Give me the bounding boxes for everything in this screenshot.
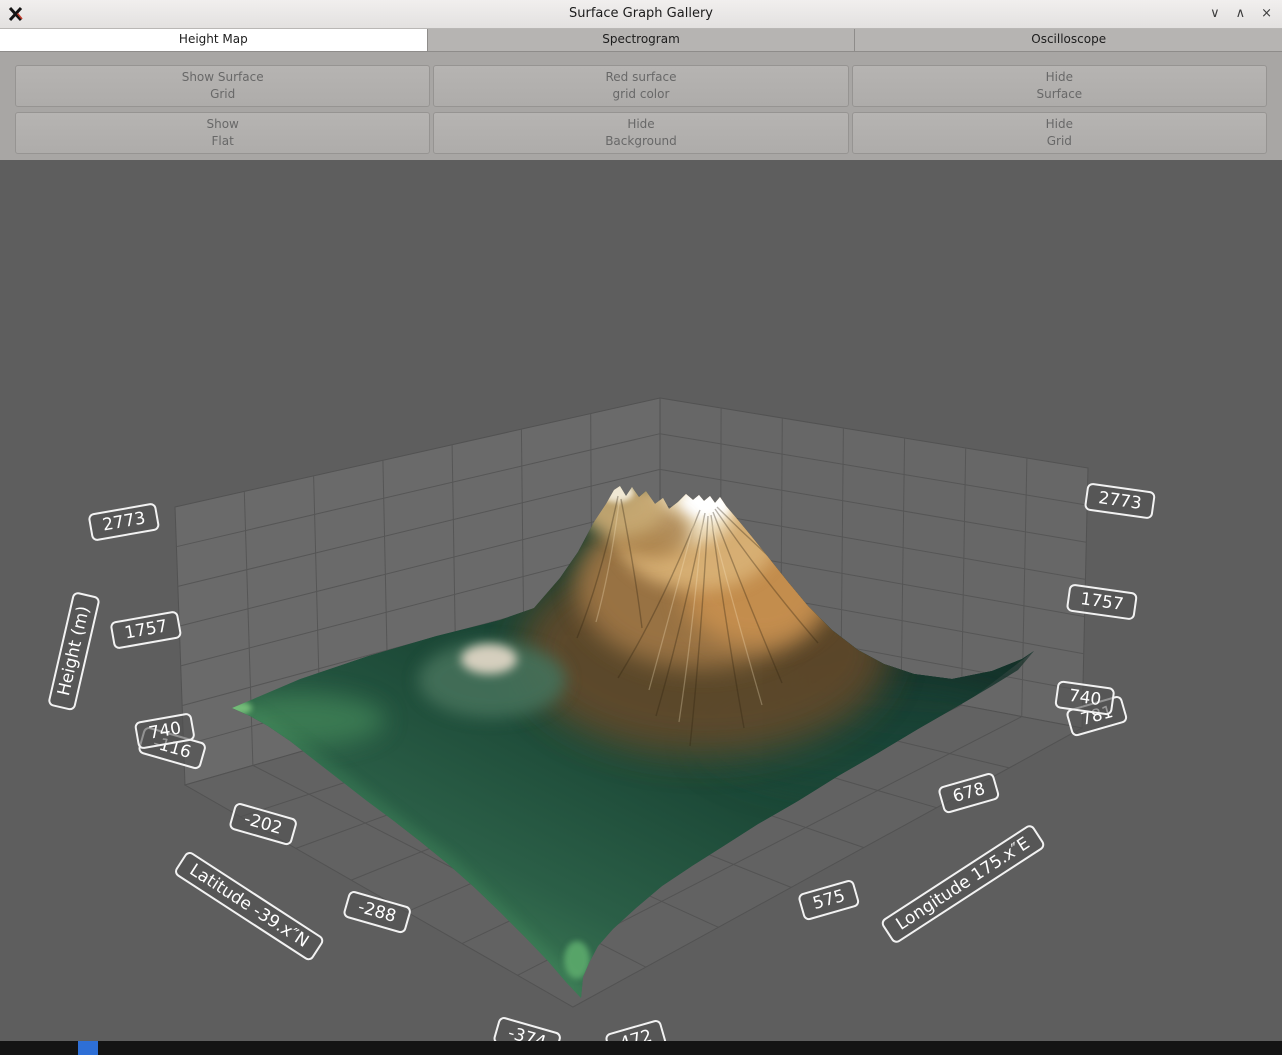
window-title: Surface Graph Gallery [0,0,1282,28]
button-label: Hide [627,116,654,133]
window-controls: ∨ ∧ × [1210,0,1272,28]
close-window-icon[interactable]: × [1261,0,1272,28]
button-label: Grid [210,86,235,103]
button-label: Background [605,133,677,150]
button-label: Hide [1046,116,1073,133]
button-label: Hide [1046,69,1073,86]
titlebar[interactable]: Surface Graph Gallery ∨ ∧ × [0,0,1282,29]
button-label: Surface [1036,86,1082,103]
show-flat-button[interactable]: Show Flat [15,112,430,154]
hide-grid-button[interactable]: Hide Grid [852,112,1267,154]
button-label: Flat [212,133,234,150]
button-label: Show Surface [182,69,264,86]
maximize-window-icon[interactable]: ∧ [1236,0,1246,28]
desktop-taskbar[interactable] [0,1041,1282,1055]
tab-bar: Height Map Spectrogram Oscilloscope [0,29,1282,52]
button-label: Red surface [606,69,677,86]
app-window: Surface Graph Gallery ∨ ∧ × Height Map S… [0,0,1282,1055]
show-surface-grid-button[interactable]: Show Surface Grid [15,65,430,107]
hide-background-button[interactable]: Hide Background [433,112,848,154]
red-surface-grid-color-button[interactable]: Red surface grid color [433,65,848,107]
tab-oscilloscope[interactable]: Oscilloscope [855,29,1282,51]
hide-surface-button[interactable]: Hide Surface [852,65,1267,107]
shade-window-icon[interactable]: ∨ [1210,0,1220,28]
button-label: grid color [613,86,670,103]
tab-spectrogram[interactable]: Spectrogram [428,29,856,51]
tab-height-map[interactable]: Height Map [0,29,428,51]
button-label: Show [206,116,238,133]
taskbar-app-indicator[interactable] [78,1041,98,1055]
button-label: Grid [1047,133,1072,150]
controls-panel: Show Surface Grid Red surface grid color… [0,52,1282,160]
button-grid: Show Surface Grid Red surface grid color… [0,52,1282,154]
